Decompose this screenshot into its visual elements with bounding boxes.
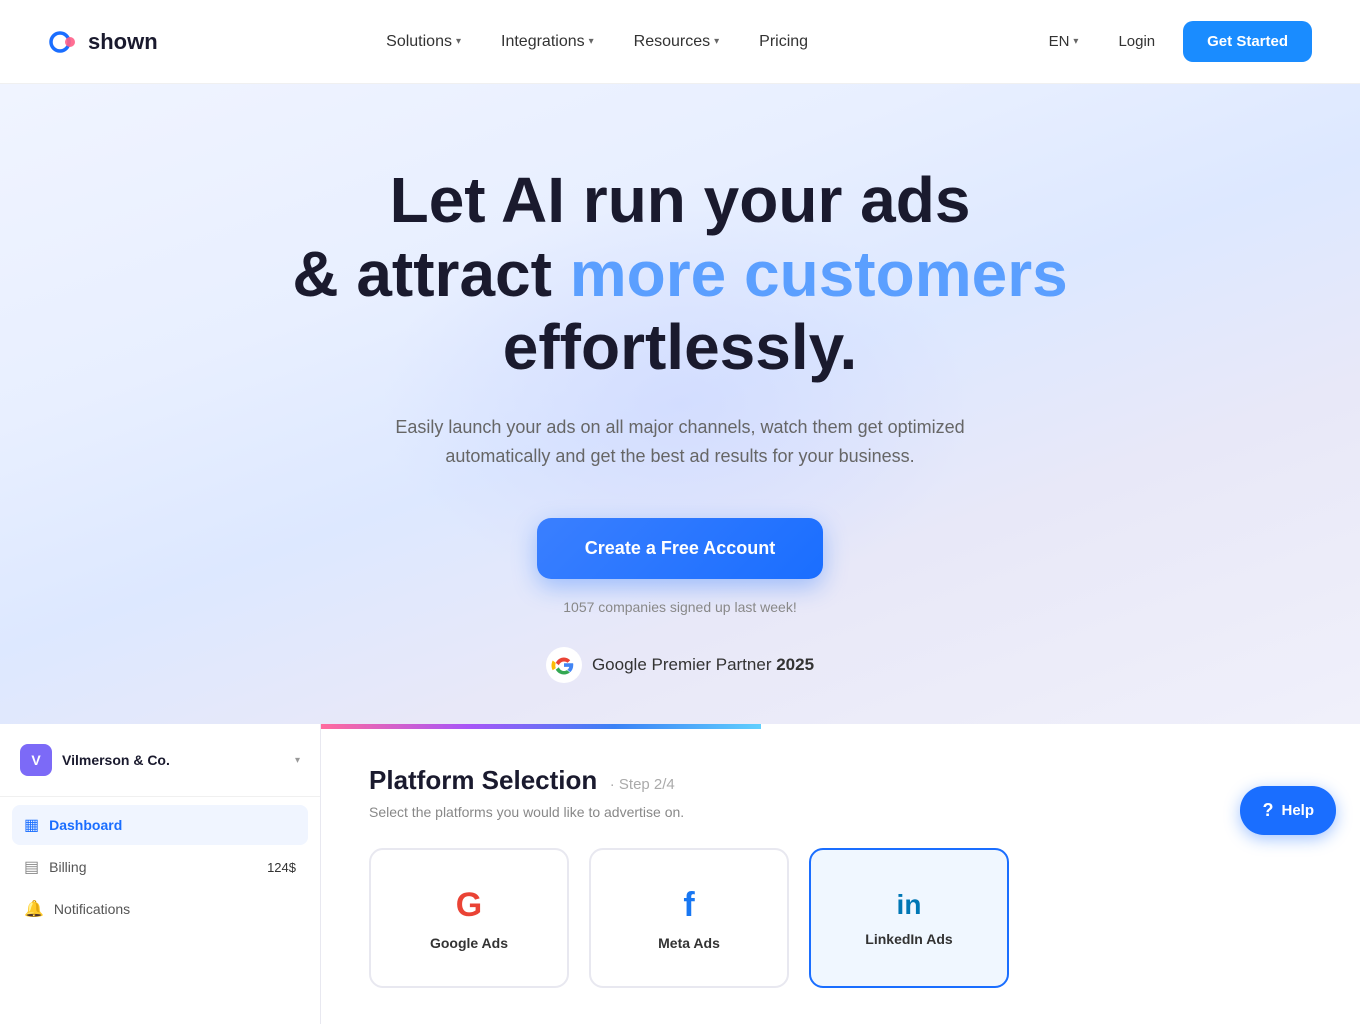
hero-subtitle: Easily launch your ads on all major chan…	[395, 413, 964, 471]
preview-section: V Vilmerson & Co. ▾ ▦ Dashboard ▤ Billin…	[0, 724, 1360, 1024]
platform-subtitle: Select the platforms you would like to a…	[369, 804, 1312, 820]
nav-pricing[interactable]: Pricing	[743, 25, 824, 59]
preview-content: Platform Selection · Step 2/4 Select the…	[321, 729, 1360, 1024]
hero-title: Let AI run your ads & attract more custo…	[230, 164, 1130, 385]
google-ads-icon: G	[456, 886, 482, 925]
platform-card-meta[interactable]: f Meta Ads	[589, 848, 789, 988]
nav-solutions[interactable]: Solutions ▾	[370, 25, 477, 59]
platform-title: Platform Selection	[369, 765, 597, 795]
navbar: shown Solutions ▾ Integrations ▾ Resourc…	[0, 0, 1360, 84]
google-g-icon	[546, 647, 582, 683]
create-account-button[interactable]: Create a Free Account	[537, 518, 823, 579]
dashboard-icon: ▦	[24, 815, 39, 835]
nav-resources[interactable]: Resources ▾	[618, 25, 736, 59]
logo[interactable]: shown	[48, 26, 158, 58]
nav-links: Solutions ▾ Integrations ▾ Resources ▾ P…	[370, 25, 824, 59]
sidebar-header: V Vilmerson & Co. ▾	[0, 724, 320, 797]
linkedin-ads-icon: in	[897, 889, 922, 921]
social-proof-text: 1057 companies signed up last week!	[563, 599, 796, 615]
platform-card-linkedin[interactable]: in LinkedIn Ads	[809, 848, 1009, 988]
chevron-down-icon: ▾	[714, 36, 719, 47]
chevron-down-icon: ▾	[589, 36, 594, 47]
preview-sidebar: V Vilmerson & Co. ▾ ▦ Dashboard ▤ Billin…	[0, 724, 320, 1024]
help-icon: ?	[1262, 800, 1273, 821]
notifications-icon: 🔔	[24, 899, 44, 919]
company-name: Vilmerson & Co.	[62, 752, 170, 768]
avatar: V	[20, 744, 52, 776]
language-selector[interactable]: EN ▾	[1037, 25, 1091, 58]
chevron-down-icon: ▾	[1073, 36, 1078, 47]
sidebar-item-dashboard[interactable]: ▦ Dashboard	[12, 805, 308, 845]
partner-text: Google Premier Partner 2025	[592, 655, 814, 675]
preview-main: Platform Selection · Step 2/4 Select the…	[320, 724, 1360, 1024]
company-selector[interactable]: V Vilmerson & Co.	[20, 744, 170, 776]
platform-cards: G Google Ads f Meta Ads in LinkedIn Ads	[369, 848, 1312, 988]
sidebar-item-billing[interactable]: ▤ Billing 124$	[12, 847, 308, 887]
chevron-down-icon: ▾	[295, 755, 300, 766]
help-button[interactable]: ? Help	[1240, 786, 1336, 835]
meta-ads-icon: f	[683, 886, 694, 925]
sidebar-nav: ▦ Dashboard ▤ Billing 124$ 🔔 Notificatio…	[0, 797, 320, 939]
nav-integrations[interactable]: Integrations ▾	[485, 25, 610, 59]
nav-right: EN ▾ Login Get Started	[1037, 21, 1312, 62]
chevron-down-icon: ▾	[456, 36, 461, 47]
billing-icon: ▤	[24, 857, 39, 877]
hero-section: Let AI run your ads & attract more custo…	[0, 84, 1360, 724]
step-label: · Step 2/4	[610, 776, 675, 793]
login-button[interactable]: Login	[1106, 25, 1167, 58]
logo-icon	[48, 26, 80, 58]
logo-text: shown	[88, 29, 158, 55]
google-partner-badge: Google Premier Partner 2025	[546, 647, 814, 683]
billing-badge: 124$	[267, 860, 296, 875]
sidebar-item-notifications[interactable]: 🔔 Notifications	[12, 889, 308, 929]
platform-card-google[interactable]: G Google Ads	[369, 848, 569, 988]
get-started-button[interactable]: Get Started	[1183, 21, 1312, 62]
platform-selection-header: Platform Selection · Step 2/4	[369, 765, 1312, 796]
